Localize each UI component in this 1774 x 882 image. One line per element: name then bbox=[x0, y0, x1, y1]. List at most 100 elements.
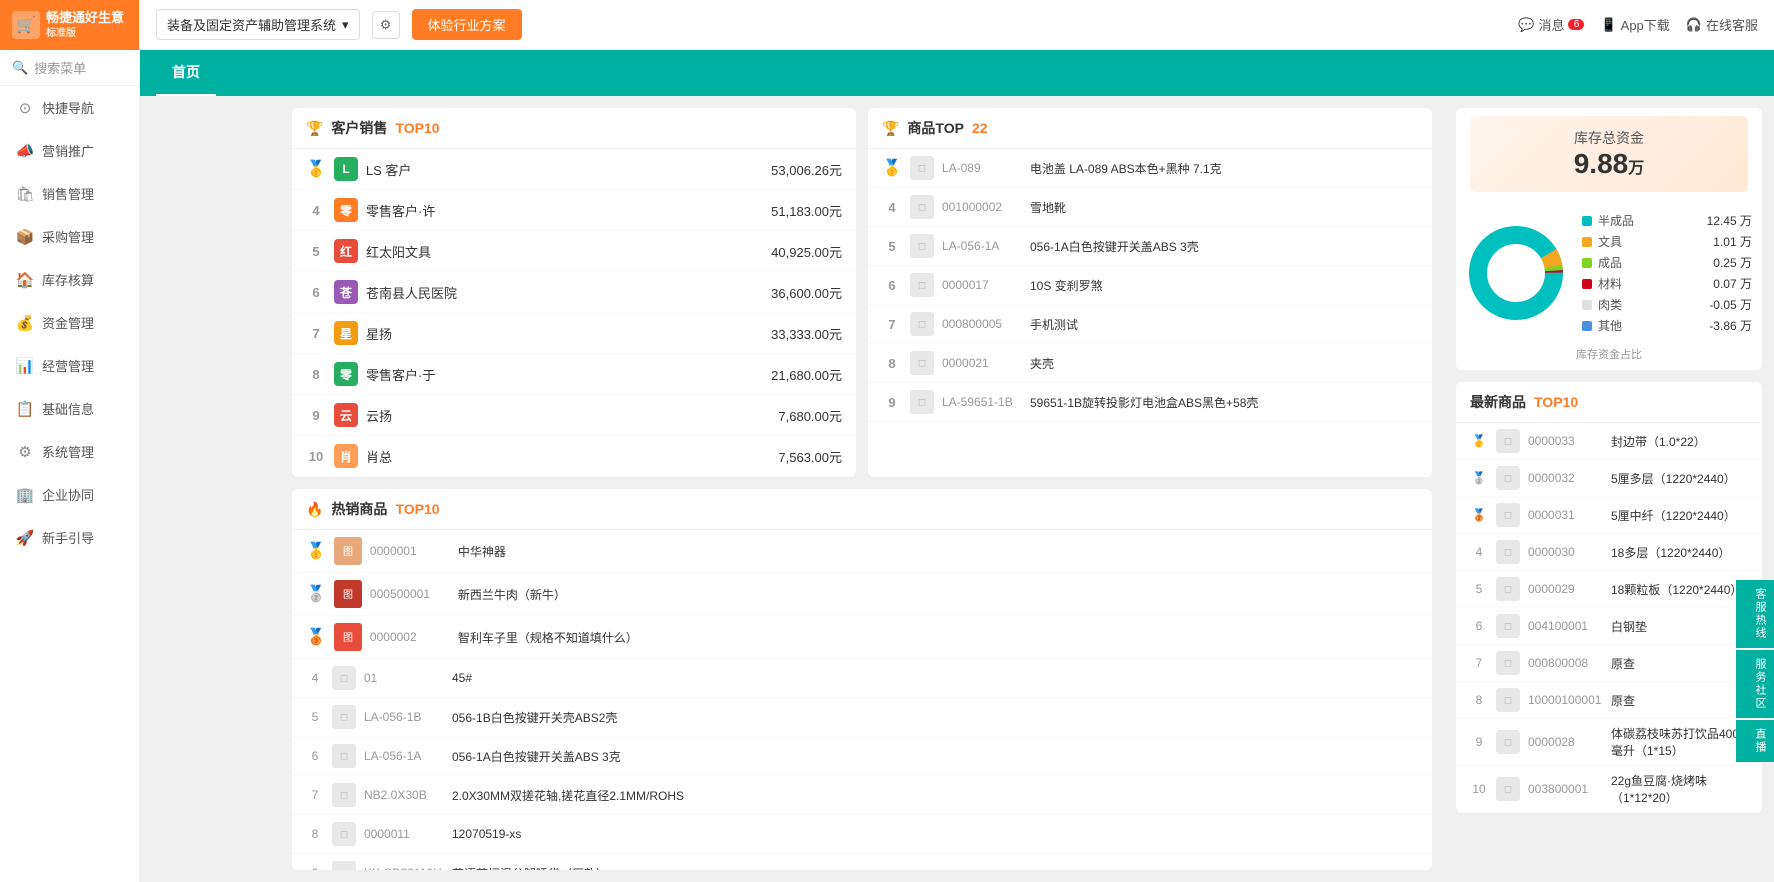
newest-products-header: 最新商品 TOP10 bbox=[1456, 382, 1762, 423]
customer-rank-top10: TOP10 bbox=[395, 120, 439, 136]
newest-row: 6 ◻ 004100001 白钢垫 bbox=[1456, 608, 1762, 645]
legend-name: 成品 bbox=[1598, 254, 1707, 271]
rank-num: 6 bbox=[882, 275, 902, 295]
sidebar-item-quick-nav[interactable]: ⊙ 快捷导航 bbox=[0, 86, 139, 129]
customer-value: 40,925.00元 bbox=[771, 242, 842, 261]
prod-name: 雪地靴 bbox=[1030, 199, 1418, 216]
sidebar-item-sys-mgmt[interactable]: ⚙ 系统管理 bbox=[0, 430, 139, 473]
legend-name: 半成品 bbox=[1598, 212, 1701, 229]
hot-prod-row: 7 ◻ NB2.0X30B 2.0X30MM双搓花轴,搓花直径2.1MM/ROH… bbox=[292, 776, 1432, 815]
sidebar-item-inventory[interactable]: 🏠 库存核算 bbox=[0, 258, 139, 301]
prod-img: ◻ bbox=[910, 390, 934, 414]
sidebar-item-label: 新手引导 bbox=[42, 528, 94, 547]
rank-num: 6 bbox=[306, 282, 326, 302]
newest-products-list: 🥇 ◻ 0000033 封边带（1.0*22） 🥈 ◻ 0000032 5厘多层… bbox=[1456, 423, 1762, 813]
newest-rank: 8 bbox=[1470, 693, 1488, 707]
legend-val: -3.86 万 bbox=[1709, 317, 1752, 334]
search-menu[interactable]: 🔍 搜索菜单 bbox=[0, 50, 139, 86]
legend-item: 肉类 -0.05 万 bbox=[1582, 294, 1752, 315]
newest-code: 0000033 bbox=[1528, 434, 1603, 448]
sidebar-item-corp-collab[interactable]: 🏢 企业协同 bbox=[0, 473, 139, 516]
legend-val: 0.25 万 bbox=[1713, 254, 1752, 271]
hot-products-list: 🥇 图 0000001 中华神器 🥈 图 000500001 新西兰牛肉 bbox=[292, 530, 1432, 870]
hot-prod-row: 5 ◻ LA-056-1B 056-1B白色按键开关壳ABS2壳 bbox=[292, 698, 1432, 737]
prod-rank-row: 7 ◻ 000800005 手机测试 bbox=[868, 305, 1432, 344]
prod-img: ◻ bbox=[910, 273, 934, 297]
purchase-icon: 📦 bbox=[16, 228, 34, 246]
search-icon: 🔍 bbox=[12, 60, 28, 76]
system-selector[interactable]: 装备及固定资产辅助管理系统 ▾ bbox=[156, 9, 360, 40]
sidebar-item-sales[interactable]: 🛍 销售管理 bbox=[0, 172, 139, 215]
nav-home[interactable]: 首页 bbox=[156, 50, 216, 96]
sidebar-item-new-guide[interactable]: 🚀 新手引导 bbox=[0, 516, 139, 559]
customer-value: 7,563.00元 bbox=[778, 447, 842, 466]
sidebar: 🛒 畅捷通好生意 标准版 🔍 搜索菜单 ⊙ 快捷导航 📣 营销推广 🛍 销售管理… bbox=[0, 0, 140, 882]
float-service-live[interactable]: 直播 bbox=[1736, 720, 1774, 762]
sidebar-item-operations[interactable]: 📊 经营管理 bbox=[0, 344, 139, 387]
prod-img: 图 bbox=[334, 580, 362, 608]
prod-rank-row: 5 ◻ LA-056-1A 056-1A白色按键开关盖ABS 3壳 bbox=[868, 227, 1432, 266]
rank-num: 8 bbox=[882, 353, 902, 373]
prod-code: LA-056-1A bbox=[942, 239, 1022, 253]
sidebar-item-finance[interactable]: 💰 资金管理 bbox=[0, 301, 139, 344]
rank-num: 6 bbox=[306, 749, 324, 763]
prod-img: 图 bbox=[334, 537, 362, 565]
app-download-label: App下载 bbox=[1621, 15, 1670, 34]
prod-name: 花语萌恒温分腿睡袋（厚款） bbox=[452, 865, 1418, 871]
prod-img: ◻ bbox=[332, 705, 356, 729]
customer-avatar: 云 bbox=[334, 403, 358, 427]
trophy-icon: 🏆 bbox=[882, 120, 899, 137]
sidebar-item-purchase[interactable]: 📦 采购管理 bbox=[0, 215, 139, 258]
sidebar-item-marketing[interactable]: 📣 营销推广 bbox=[0, 129, 139, 172]
online-service-button[interactable]: 🎧 在线客服 bbox=[1686, 15, 1758, 34]
rank-num: 9 bbox=[306, 405, 326, 425]
newest-img: ◻ bbox=[1496, 614, 1520, 638]
rank-num: 7 bbox=[306, 788, 324, 802]
sidebar-item-label: 资金管理 bbox=[42, 313, 94, 332]
legend-dot bbox=[1582, 300, 1592, 310]
notification-button[interactable]: 💬 消息 6 bbox=[1518, 15, 1584, 34]
prod-img: ◻ bbox=[332, 666, 356, 690]
prod-code: LA-089 bbox=[942, 161, 1022, 175]
customer-name: 肖总 bbox=[366, 447, 770, 466]
medal-icon: 🥉 bbox=[306, 627, 326, 647]
newest-rank: 🥉 bbox=[1470, 508, 1488, 522]
trial-button[interactable]: 体验行业方案 bbox=[412, 9, 522, 40]
legend-dot bbox=[1582, 321, 1592, 331]
topbar-right: 💬 消息 6 📱 App下载 🎧 在线客服 bbox=[1518, 15, 1758, 34]
settings-button[interactable]: ⚙ bbox=[372, 11, 400, 39]
chart-area: 半成品 12.45 万 文具 1.01 万 成品 0.25 万 bbox=[1456, 200, 1762, 346]
top-products-right-panel: 🏆 商品TOP 22 🥇 ◻ LA-089 电池盖 LA-089 ABS本色+黑… bbox=[868, 108, 1432, 477]
legend: 半成品 12.45 万 文具 1.01 万 成品 0.25 万 bbox=[1582, 210, 1752, 336]
prod-code: NB2.0X30B bbox=[364, 788, 444, 802]
sidebar-item-base-info[interactable]: 📋 基础信息 bbox=[0, 387, 139, 430]
newest-img: ◻ bbox=[1496, 651, 1520, 675]
newest-code: 10000100001 bbox=[1528, 693, 1603, 707]
customer-value: 36,600.00元 bbox=[771, 283, 842, 302]
medal-icon: 🥇 bbox=[882, 158, 902, 178]
float-service-community[interactable]: 服务社区 bbox=[1736, 650, 1774, 718]
customer-rank-header: 🏆 客户销售 TOP10 bbox=[292, 108, 856, 149]
trophy-icon: 🏆 bbox=[306, 120, 323, 137]
app-download-button[interactable]: 📱 App下载 bbox=[1600, 15, 1669, 34]
rank-row: 7 星 星扬 33,333.00元 bbox=[292, 313, 856, 354]
prod-name: 10S 变刹罗煞 bbox=[1030, 277, 1418, 294]
phone-icon: 📱 bbox=[1600, 17, 1616, 33]
prod-code: 0000002 bbox=[370, 630, 450, 644]
newest-img: ◻ bbox=[1496, 466, 1520, 490]
customer-name: 红太阳文具 bbox=[366, 242, 763, 261]
customer-avatar: 苍 bbox=[334, 280, 358, 304]
online-service-label: 在线客服 bbox=[1706, 15, 1758, 34]
sidebar-item-label: 营销推广 bbox=[42, 141, 94, 160]
customer-name: 苍南县人民医院 bbox=[366, 283, 763, 302]
newest-products-panel: 最新商品 TOP10 🥇 ◻ 0000033 封边带（1.0*22） 🥈 ◻ 0… bbox=[1456, 382, 1762, 813]
float-service-hotline[interactable]: 客服热线 bbox=[1736, 580, 1774, 648]
hot-prod-row: 🥈 图 000500001 新西兰牛肉（新牛） bbox=[292, 573, 1432, 616]
prod-code: 0000021 bbox=[942, 356, 1022, 370]
customer-avatar: 肖 bbox=[334, 444, 358, 468]
prod-img: ◻ bbox=[332, 822, 356, 846]
prod-img: ◻ bbox=[332, 861, 356, 870]
newest-row: 10 ◻ 003800001 22g鱼豆腐·烧烤味（1*12*20） bbox=[1456, 766, 1762, 813]
newest-name: 22g鱼豆腐·烧烤味（1*12*20） bbox=[1611, 772, 1748, 806]
rank-num: 4 bbox=[306, 671, 324, 685]
